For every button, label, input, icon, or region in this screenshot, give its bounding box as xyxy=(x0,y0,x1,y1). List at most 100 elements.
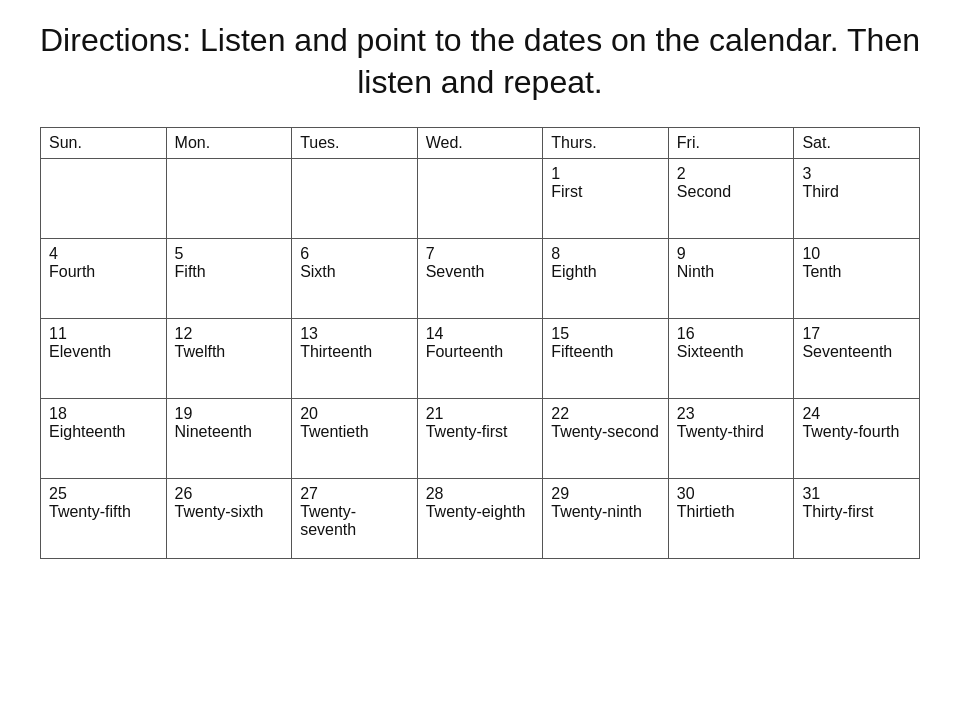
day-name: Thirteenth xyxy=(300,343,409,361)
day-name: Thirty-first xyxy=(802,503,911,521)
calendar-cell-w2-d5: 8Eighth xyxy=(543,239,669,319)
day-name: Twentieth xyxy=(300,423,409,441)
calendar-cell-w4-d2: 19Nineteenth xyxy=(166,399,292,479)
day-name: Twenty-sixth xyxy=(175,503,284,521)
day-number: 12 xyxy=(175,325,284,343)
calendar-cell-w1-d6: 2Second xyxy=(668,159,794,239)
calendar-cell-w1-d2 xyxy=(166,159,292,239)
day-name: Ninth xyxy=(677,263,786,281)
week-row-4: 18Eighteenth19Nineteenth20Twentieth21Twe… xyxy=(41,399,920,479)
day-number: 30 xyxy=(677,485,786,503)
day-number: 22 xyxy=(551,405,660,423)
calendar-cell-w5-d1: 25Twenty-fifth xyxy=(41,479,167,559)
day-number: 8 xyxy=(551,245,660,263)
day-name: Sixteenth xyxy=(677,343,786,361)
day-number: 3 xyxy=(802,165,911,183)
day-name: Fourteenth xyxy=(426,343,535,361)
week-row-5: 25Twenty-fifth26Twenty-sixth27Twenty-sev… xyxy=(41,479,920,559)
day-name: Fifteenth xyxy=(551,343,660,361)
day-name: Twenty-eighth xyxy=(426,503,535,521)
day-number: 19 xyxy=(175,405,284,423)
header-sat: Sat. xyxy=(794,128,920,159)
calendar-cell-w2-d1: 4Fourth xyxy=(41,239,167,319)
calendar-cell-w4-d1: 18Eighteenth xyxy=(41,399,167,479)
day-name: Second xyxy=(677,183,786,201)
day-name: Sixth xyxy=(300,263,409,281)
header-wed: Wed. xyxy=(417,128,543,159)
day-name: Eleventh xyxy=(49,343,158,361)
calendar-cell-w1-d3 xyxy=(292,159,418,239)
day-name: Eighth xyxy=(551,263,660,281)
day-number: 9 xyxy=(677,245,786,263)
day-number: 23 xyxy=(677,405,786,423)
day-number: 13 xyxy=(300,325,409,343)
day-name: Third xyxy=(802,183,911,201)
day-name: Tenth xyxy=(802,263,911,281)
day-name: Eighteenth xyxy=(49,423,158,441)
calendar-cell-w2-d7: 10Tenth xyxy=(794,239,920,319)
header-thurs: Thurs. xyxy=(543,128,669,159)
day-number: 17 xyxy=(802,325,911,343)
calendar-cell-w2-d6: 9Ninth xyxy=(668,239,794,319)
day-name: Twenty-ninth xyxy=(551,503,660,521)
day-name: Twenty-fifth xyxy=(49,503,158,521)
calendar-cell-w2-d2: 5Fifth xyxy=(166,239,292,319)
calendar-cell-w3-d1: 11Eleventh xyxy=(41,319,167,399)
calendar-cell-w4-d4: 21Twenty-first xyxy=(417,399,543,479)
week-row-3: 11Eleventh12Twelfth13Thirteenth14Fourtee… xyxy=(41,319,920,399)
day-number: 18 xyxy=(49,405,158,423)
day-number: 20 xyxy=(300,405,409,423)
day-number: 10 xyxy=(802,245,911,263)
week-row-1: 1First2Second3Third xyxy=(41,159,920,239)
calendar-cell-w1-d5: 1First xyxy=(543,159,669,239)
calendar-cell-w3-d2: 12Twelfth xyxy=(166,319,292,399)
calendar-cell-w5-d2: 26Twenty-sixth xyxy=(166,479,292,559)
day-name: Twenty-first xyxy=(426,423,535,441)
calendar-cell-w4-d6: 23Twenty-third xyxy=(668,399,794,479)
header-sun: Sun. xyxy=(41,128,167,159)
day-name: First xyxy=(551,183,660,201)
calendar-cell-w5-d5: 29Twenty-ninth xyxy=(543,479,669,559)
day-name: Seventeenth xyxy=(802,343,911,361)
header-tues: Tues. xyxy=(292,128,418,159)
day-number: 6 xyxy=(300,245,409,263)
day-name: Twenty-seventh xyxy=(300,503,409,539)
day-number: 15 xyxy=(551,325,660,343)
day-number: 4 xyxy=(49,245,158,263)
calendar-cell-w5-d4: 28Twenty-eighth xyxy=(417,479,543,559)
day-number: 5 xyxy=(175,245,284,263)
page-title: Directions: Listen and point to the date… xyxy=(40,20,920,103)
day-number: 24 xyxy=(802,405,911,423)
day-name: Thirtieth xyxy=(677,503,786,521)
calendar-cell-w5-d6: 30Thirtieth xyxy=(668,479,794,559)
day-number: 29 xyxy=(551,485,660,503)
calendar-cell-w1-d7: 3Third xyxy=(794,159,920,239)
calendar-cell-w3-d6: 16Sixteenth xyxy=(668,319,794,399)
calendar-cell-w1-d4 xyxy=(417,159,543,239)
calendar-cell-w2-d3: 6Sixth xyxy=(292,239,418,319)
day-number: 25 xyxy=(49,485,158,503)
week-row-2: 4Fourth5Fifth6Sixth7Seventh8Eighth9Ninth… xyxy=(41,239,920,319)
day-name: Nineteenth xyxy=(175,423,284,441)
calendar-cell-w3-d3: 13Thirteenth xyxy=(292,319,418,399)
day-number: 31 xyxy=(802,485,911,503)
calendar-cell-w5-d3: 27Twenty-seventh xyxy=(292,479,418,559)
day-name: Twelfth xyxy=(175,343,284,361)
day-number: 26 xyxy=(175,485,284,503)
header-fri: Fri. xyxy=(668,128,794,159)
day-name: Twenty-second xyxy=(551,423,660,441)
day-name: Fifth xyxy=(175,263,284,281)
day-name: Twenty-third xyxy=(677,423,786,441)
day-number: 14 xyxy=(426,325,535,343)
day-number: 21 xyxy=(426,405,535,423)
day-number: 28 xyxy=(426,485,535,503)
header-mon: Mon. xyxy=(166,128,292,159)
calendar-cell-w1-d1 xyxy=(41,159,167,239)
calendar-cell-w3-d7: 17Seventeenth xyxy=(794,319,920,399)
day-name: Fourth xyxy=(49,263,158,281)
day-name: Seventh xyxy=(426,263,535,281)
calendar-cell-w5-d7: 31Thirty-first xyxy=(794,479,920,559)
calendar-cell-w4-d3: 20Twentieth xyxy=(292,399,418,479)
calendar-cell-w4-d5: 22Twenty-second xyxy=(543,399,669,479)
calendar-cell-w4-d7: 24Twenty-fourth xyxy=(794,399,920,479)
